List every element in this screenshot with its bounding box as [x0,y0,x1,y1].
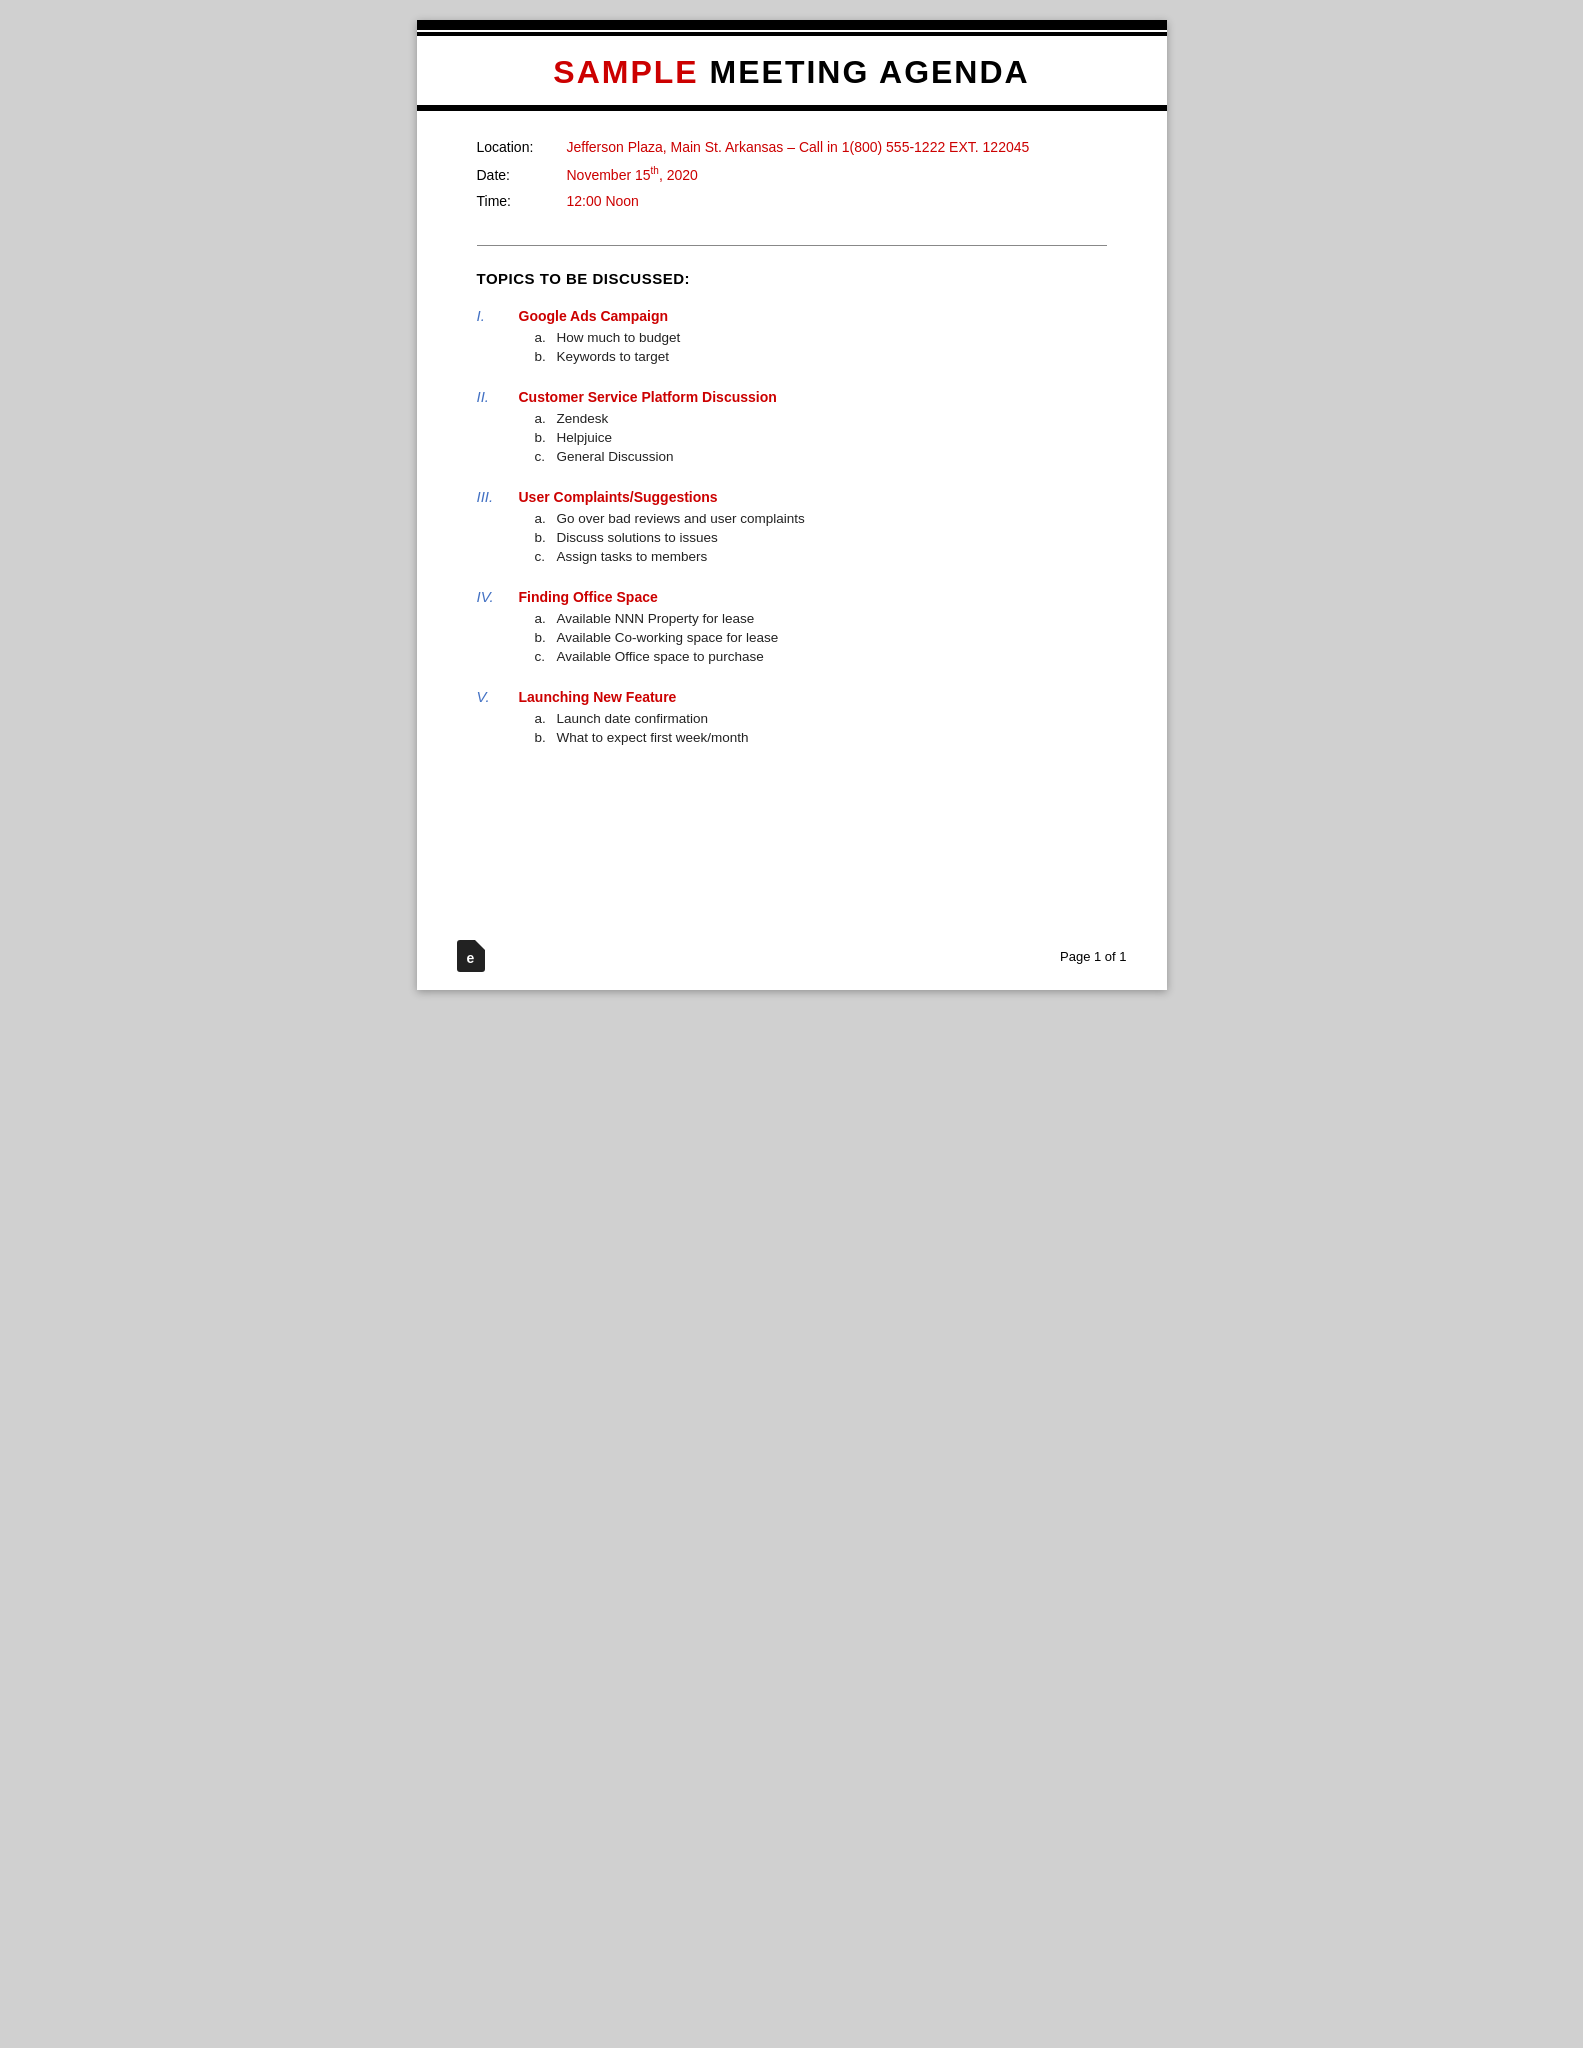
sub-item-3-1: a.Go over bad reviews and user complaint… [535,511,1107,526]
sub-list-3: a.Go over bad reviews and user complaint… [477,511,1107,564]
sub-text: What to expect first week/month [557,730,749,745]
footer-icon-letter: e [467,950,475,966]
page-title: SAMPLE MEETING AGENDA [457,54,1127,91]
sub-list-1: a.How much to budgetb.Keywords to target [477,330,1107,364]
page: SAMPLE MEETING AGENDA Location: Jefferso… [417,20,1167,990]
top-bar-thick [417,20,1167,30]
sub-list-2: a.Zendeskb.Helpjuicec.General Discussion [477,411,1107,464]
date-pre: November 15 [567,167,651,183]
date-post: , 2020 [659,167,698,183]
location-row: Location: Jefferson Plaza, Main St. Arka… [477,139,1107,155]
date-row: Date: November 15th, 2020 [477,165,1107,183]
sub-letter: a. [535,711,557,726]
sub-letter: b. [535,349,557,364]
sub-text: Available Co-working space for lease [557,630,779,645]
sub-text: Available Office space to purchase [557,649,764,664]
sub-item-5-2: b.What to expect first week/month [535,730,1107,745]
title-sample: SAMPLE [553,54,698,90]
sub-item-3-3: c.Assign tasks to members [535,549,1107,564]
sub-letter: b. [535,730,557,745]
sub-text: Go over bad reviews and user complaints [557,511,805,526]
date-label: Date: [477,167,567,183]
meta-section: Location: Jefferson Plaza, Main St. Arka… [417,111,1167,237]
sub-item-4-2: b.Available Co-working space for lease [535,630,1107,645]
sub-letter: b. [535,630,557,645]
footer: e Page 1 of 1 [417,940,1167,972]
agenda-title-4: Finding Office Space [519,589,658,605]
sub-text: Launch date confirmation [557,711,709,726]
sub-item-1-1: a.How much to budget [535,330,1107,345]
agenda-numeral-5: V. [477,688,519,705]
topics-section: TOPICS TO BE DISCUSSED: I.Google Ads Cam… [417,246,1167,745]
agenda-item-header-5: V.Launching New Feature [477,688,1107,705]
sub-text: General Discussion [557,449,674,464]
agenda-numeral-3: III. [477,488,519,505]
sub-item-4-3: c.Available Office space to purchase [535,649,1107,664]
sub-text: How much to budget [557,330,681,345]
agenda-item-header-4: IV.Finding Office Space [477,588,1107,605]
footer-page-text: Page 1 of 1 [1060,949,1127,964]
sub-item-2-3: c.General Discussion [535,449,1107,464]
agenda-numeral-4: IV. [477,588,519,605]
agenda-container: I.Google Ads Campaigna.How much to budge… [477,307,1107,745]
agenda-item-2: II.Customer Service Platform Discussion a… [477,388,1107,464]
agenda-item-5: V.Launching New Feature a.Launch date con… [477,688,1107,745]
agenda-title-1: Google Ads Campaign [519,308,669,324]
sub-item-4-1: a.Available NNN Property for lease [535,611,1107,626]
agenda-title-3: User Complaints/Suggestions [519,489,718,505]
sub-item-1-2: b.Keywords to target [535,349,1107,364]
sub-letter: c. [535,449,557,464]
date-value: November 15th, 2020 [567,165,698,183]
agenda-item-3: III.User Complaints/Suggestions a.Go over… [477,488,1107,564]
sub-letter: b. [535,530,557,545]
date-sup: th [651,165,659,176]
sub-item-2-1: a.Zendesk [535,411,1107,426]
sub-item-2-2: b.Helpjuice [535,430,1107,445]
sub-letter: b. [535,430,557,445]
topics-heading: TOPICS TO BE DISCUSSED: [477,270,1107,287]
agenda-item-4: IV.Finding Office Space a.Available NNN P… [477,588,1107,664]
header-area: SAMPLE MEETING AGENDA [417,36,1167,91]
sub-letter: a. [535,330,557,345]
agenda-title-2: Customer Service Platform Discussion [519,389,777,405]
location-label: Location: [477,139,567,155]
location-value: Jefferson Plaza, Main St. Arkansas – Cal… [567,139,1030,155]
sub-text: Keywords to target [557,349,670,364]
sub-list-4: a.Available NNN Property for leaseb.Avai… [477,611,1107,664]
agenda-numeral-1: I. [477,307,519,324]
agenda-title-5: Launching New Feature [519,689,677,705]
sub-letter: c. [535,549,557,564]
time-value: 12:00 Noon [567,193,639,209]
agenda-item-header-3: III.User Complaints/Suggestions [477,488,1107,505]
agenda-numeral-2: II. [477,388,519,405]
sub-letter: a. [535,511,557,526]
sub-text: Available NNN Property for lease [557,611,755,626]
agenda-item-1: I.Google Ads Campaign a.How much to budge… [477,307,1107,364]
sub-list-5: a.Launch date confirmationb.What to expe… [477,711,1107,745]
sub-text: Discuss solutions to issues [557,530,718,545]
sub-text: Zendesk [557,411,609,426]
sub-letter: c. [535,649,557,664]
agenda-item-header-1: I.Google Ads Campaign [477,307,1107,324]
sub-letter: a. [535,411,557,426]
sub-item-3-2: b.Discuss solutions to issues [535,530,1107,545]
time-label: Time: [477,193,567,209]
title-rest: MEETING AGENDA [699,54,1030,90]
footer-icon: e [457,940,485,972]
sub-item-5-1: a.Launch date confirmation [535,711,1107,726]
sub-letter: a. [535,611,557,626]
agenda-item-header-2: II.Customer Service Platform Discussion [477,388,1107,405]
time-row: Time: 12:00 Noon [477,193,1107,209]
sub-text: Assign tasks to members [557,549,708,564]
sub-text: Helpjuice [557,430,613,445]
